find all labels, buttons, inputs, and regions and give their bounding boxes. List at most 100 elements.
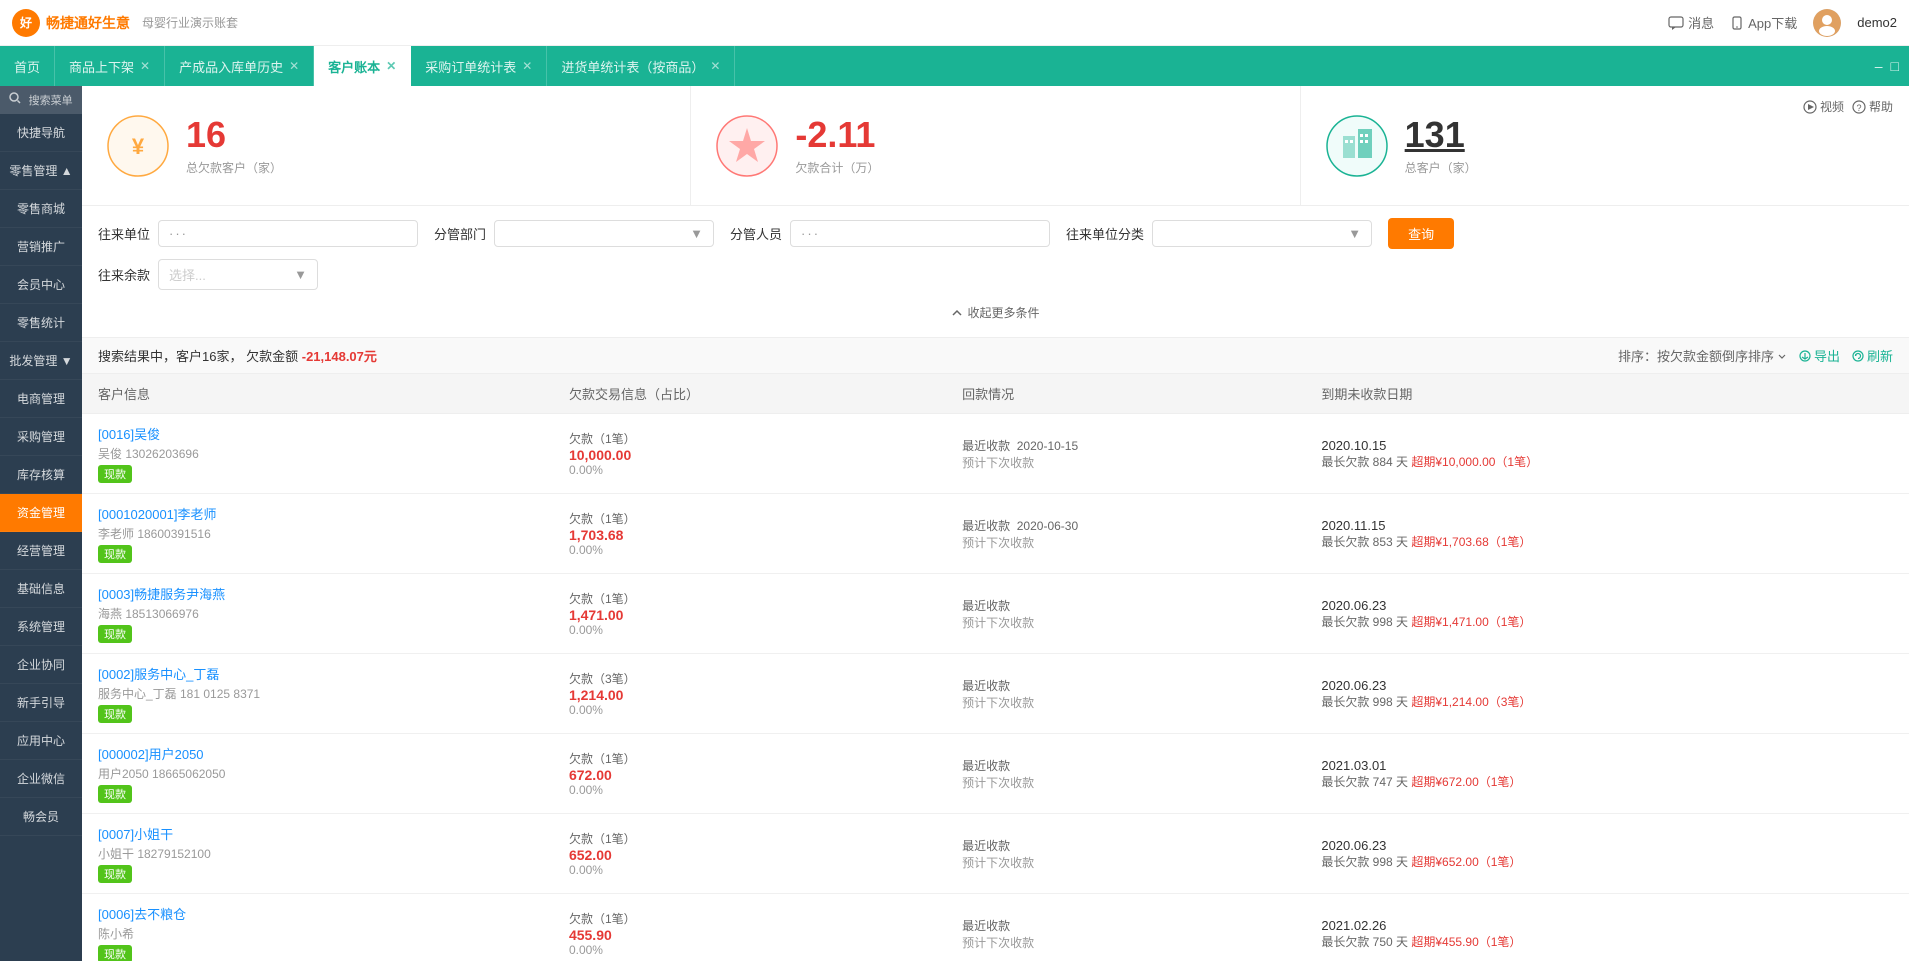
- customer-code[interactable]: [0003]畅捷服务尹海燕: [98, 584, 537, 603]
- overdue-link[interactable]: 超期¥672.00（1笔）: [1411, 775, 1521, 789]
- next-collect: 预计下次收款: [962, 694, 1289, 711]
- overdue-link[interactable]: 超期¥652.00（1笔）: [1411, 855, 1521, 869]
- message-label: 消息: [1688, 13, 1714, 32]
- sidebar-item-inventory[interactable]: 库存核算: [0, 456, 82, 494]
- customer-code[interactable]: [000002]用户2050: [98, 744, 537, 763]
- sidebar-item-retail-mall[interactable]: 零售商城: [0, 190, 82, 228]
- sidebar-item-purchase-mgmt[interactable]: 采购管理: [0, 418, 82, 456]
- debt-amount[interactable]: 10,000.00: [569, 447, 930, 463]
- avatar-icon: [1813, 9, 1841, 37]
- refresh-btn[interactable]: 刷新: [1852, 346, 1893, 365]
- customer-code[interactable]: [0002]服务中心_丁磊: [98, 664, 537, 683]
- sidebar-item-app-center[interactable]: 应用中心: [0, 722, 82, 760]
- debt-amount[interactable]: 672.00: [569, 767, 930, 783]
- sidebar-item-capital-mgmt[interactable]: 资金管理: [0, 494, 82, 532]
- stat-help-action[interactable]: ? 帮助: [1852, 98, 1893, 115]
- sidebar-item-enterprise-coop[interactable]: 企业协同: [0, 646, 82, 684]
- customer-code[interactable]: [0016]吴俊: [98, 424, 537, 443]
- sidebar-item-ecom-mgmt[interactable]: 电商管理: [0, 380, 82, 418]
- tab-home-label: 首页: [14, 57, 40, 76]
- sidebar-item-basic-info-label: 基础信息: [17, 582, 65, 596]
- overdue-link[interactable]: 超期¥1,471.00（1笔）: [1411, 615, 1531, 629]
- customer-code[interactable]: [0006]去不粮仓: [98, 904, 537, 923]
- due-date: 2021.02.26: [1321, 918, 1893, 933]
- recent-collect: 最近收款: [962, 837, 1289, 854]
- debt-ratio: 0.00%: [569, 703, 930, 717]
- debt-amount[interactable]: 1,471.00: [569, 607, 930, 623]
- svg-text:¥: ¥: [132, 134, 145, 159]
- filter-person-input[interactable]: ···: [790, 220, 1050, 247]
- tab-stock-stat-close[interactable]: ✕: [710, 59, 720, 73]
- sidebar-item-member-center[interactable]: 会员中心: [0, 266, 82, 304]
- sidebar-item-frequent-member[interactable]: 畅会员: [0, 798, 82, 836]
- sidebar-item-enterprise-wechat[interactable]: 企业微信: [0, 760, 82, 798]
- table-row: [000002]用户2050 用户2050 18665062050 现款 欠款（…: [82, 734, 1909, 814]
- tab-product-history-close[interactable]: ✕: [289, 59, 299, 73]
- user-avatar[interactable]: [1813, 9, 1841, 37]
- result-bar: 搜索结果中，客户16家， 欠款金额 -21,148.07元 排序：按欠款金额倒序…: [82, 338, 1909, 374]
- overdue-link[interactable]: 超期¥1,214.00（3笔）: [1411, 695, 1531, 709]
- filter-toggle-label: 收起更多条件: [967, 304, 1039, 321]
- filter-unit-class-input[interactable]: ▼: [1152, 220, 1372, 247]
- sidebar-item-retail-mgmt[interactable]: 零售管理 ▲: [0, 152, 82, 190]
- sort-label[interactable]: 排序：按欠款金额倒序排序: [1618, 346, 1787, 365]
- filter-dept-input[interactable]: ▼: [494, 220, 714, 247]
- top-bar: 好 畅捷通好生意 母婴行业演示账套 消息 App下载 demo2: [0, 0, 1909, 46]
- table-row: [0007]小姐干 小姐干 18279152100 现款 欠款（1笔） 652.…: [82, 814, 1909, 894]
- tab-minimize-icon[interactable]: ‒: [1875, 58, 1883, 74]
- query-button[interactable]: 查询: [1388, 218, 1454, 249]
- tab-product-history[interactable]: 产成品入库单历史 ✕: [165, 46, 314, 86]
- table-header-row: 客户信息 欠款交易信息（占比） 回款情况 到期未收款日期: [82, 374, 1909, 414]
- tab-product-off-close[interactable]: ✕: [140, 59, 150, 73]
- sidebar-item-marketing[interactable]: 营销推广: [0, 228, 82, 266]
- recent-collect: 最近收款 2020-06-30: [962, 517, 1289, 534]
- tab-purchase-order[interactable]: 采购订单统计表 ✕: [411, 46, 547, 86]
- sidebar-item-marketing-label: 营销推广: [17, 240, 65, 254]
- due-date: 2020.10.15: [1321, 438, 1893, 453]
- sidebar-item-basic-info[interactable]: 基础信息: [0, 570, 82, 608]
- tab-purchase-order-close[interactable]: ✕: [522, 59, 532, 73]
- sidebar-item-batch-mgmt[interactable]: 批发管理 ▼: [0, 342, 82, 380]
- cell-customer-info: [000002]用户2050 用户2050 18665062050 现款: [82, 734, 553, 814]
- filter-person: 分管人员 ···: [730, 220, 1050, 247]
- tab-home[interactable]: 首页: [0, 46, 55, 86]
- customer-badge: 现款: [98, 785, 132, 803]
- customer-code[interactable]: [0007]小姐干: [98, 824, 537, 843]
- customer-code[interactable]: [0001020001]李老师: [98, 504, 537, 523]
- tab-customer-account-close[interactable]: ✕: [386, 59, 396, 73]
- filter-balance-input[interactable]: 选择... ▼: [158, 259, 318, 290]
- export-btn[interactable]: 导出: [1799, 346, 1840, 365]
- sidebar-item-retail-stat[interactable]: 零售统计: [0, 304, 82, 342]
- overdue-days: 最长欠款 998 天 超期¥1,214.00（3笔）: [1321, 693, 1893, 710]
- overdue-link[interactable]: 超期¥10,000.00（1笔）: [1411, 455, 1538, 469]
- sidebar-search[interactable]: 搜索菜单: [0, 86, 82, 114]
- debt-ratio: 0.00%: [569, 463, 930, 477]
- sidebar-item-newbie-guide[interactable]: 新手引导: [0, 684, 82, 722]
- debt-amount[interactable]: 1,703.68: [569, 527, 930, 543]
- sidebar-item-enterprise-wechat-label: 企业微信: [17, 772, 65, 786]
- tab-stock-stat[interactable]: 进货单统计表（按商品） ✕: [547, 46, 735, 86]
- debt-amount[interactable]: 1,214.00: [569, 687, 930, 703]
- filter-from-unit-input[interactable]: ···: [158, 220, 418, 247]
- tab-purchase-order-label: 采购订单统计表: [425, 57, 516, 76]
- overdue-days: 最长欠款 750 天 超期¥455.90（1笔）: [1321, 933, 1893, 950]
- tab-customer-account[interactable]: 客户账本 ✕: [314, 46, 411, 86]
- tab-maximize-icon[interactable]: □: [1891, 58, 1899, 74]
- message-btn[interactable]: 消息: [1668, 13, 1714, 32]
- filter-toggle[interactable]: 收起更多条件: [98, 300, 1893, 325]
- debt-amount[interactable]: 455.90: [569, 927, 930, 943]
- sidebar-item-operation-mgmt[interactable]: 经营管理: [0, 532, 82, 570]
- stat-view-action[interactable]: 视频: [1803, 98, 1844, 115]
- tab-product-off[interactable]: 商品上下架 ✕: [55, 46, 165, 86]
- debt-ratio: 0.00%: [569, 783, 930, 797]
- customer-badge: 现款: [98, 705, 132, 723]
- debt-amount[interactable]: 652.00: [569, 847, 930, 863]
- debt-count: 欠款（1笔）: [569, 750, 930, 767]
- overdue-link[interactable]: 超期¥1,703.68（1笔）: [1411, 535, 1531, 549]
- sidebar-item-enterprise-coop-label: 企业协同: [17, 658, 65, 672]
- sidebar-item-sys-mgmt[interactable]: 系统管理: [0, 608, 82, 646]
- sidebar-item-quick-nav[interactable]: 快捷导航: [0, 114, 82, 152]
- table-row: [0003]畅捷服务尹海燕 海燕 18513066976 现款 欠款（1笔） 1…: [82, 574, 1909, 654]
- app-download-btn[interactable]: App下载: [1730, 13, 1797, 32]
- overdue-link[interactable]: 超期¥455.90（1笔）: [1411, 935, 1521, 949]
